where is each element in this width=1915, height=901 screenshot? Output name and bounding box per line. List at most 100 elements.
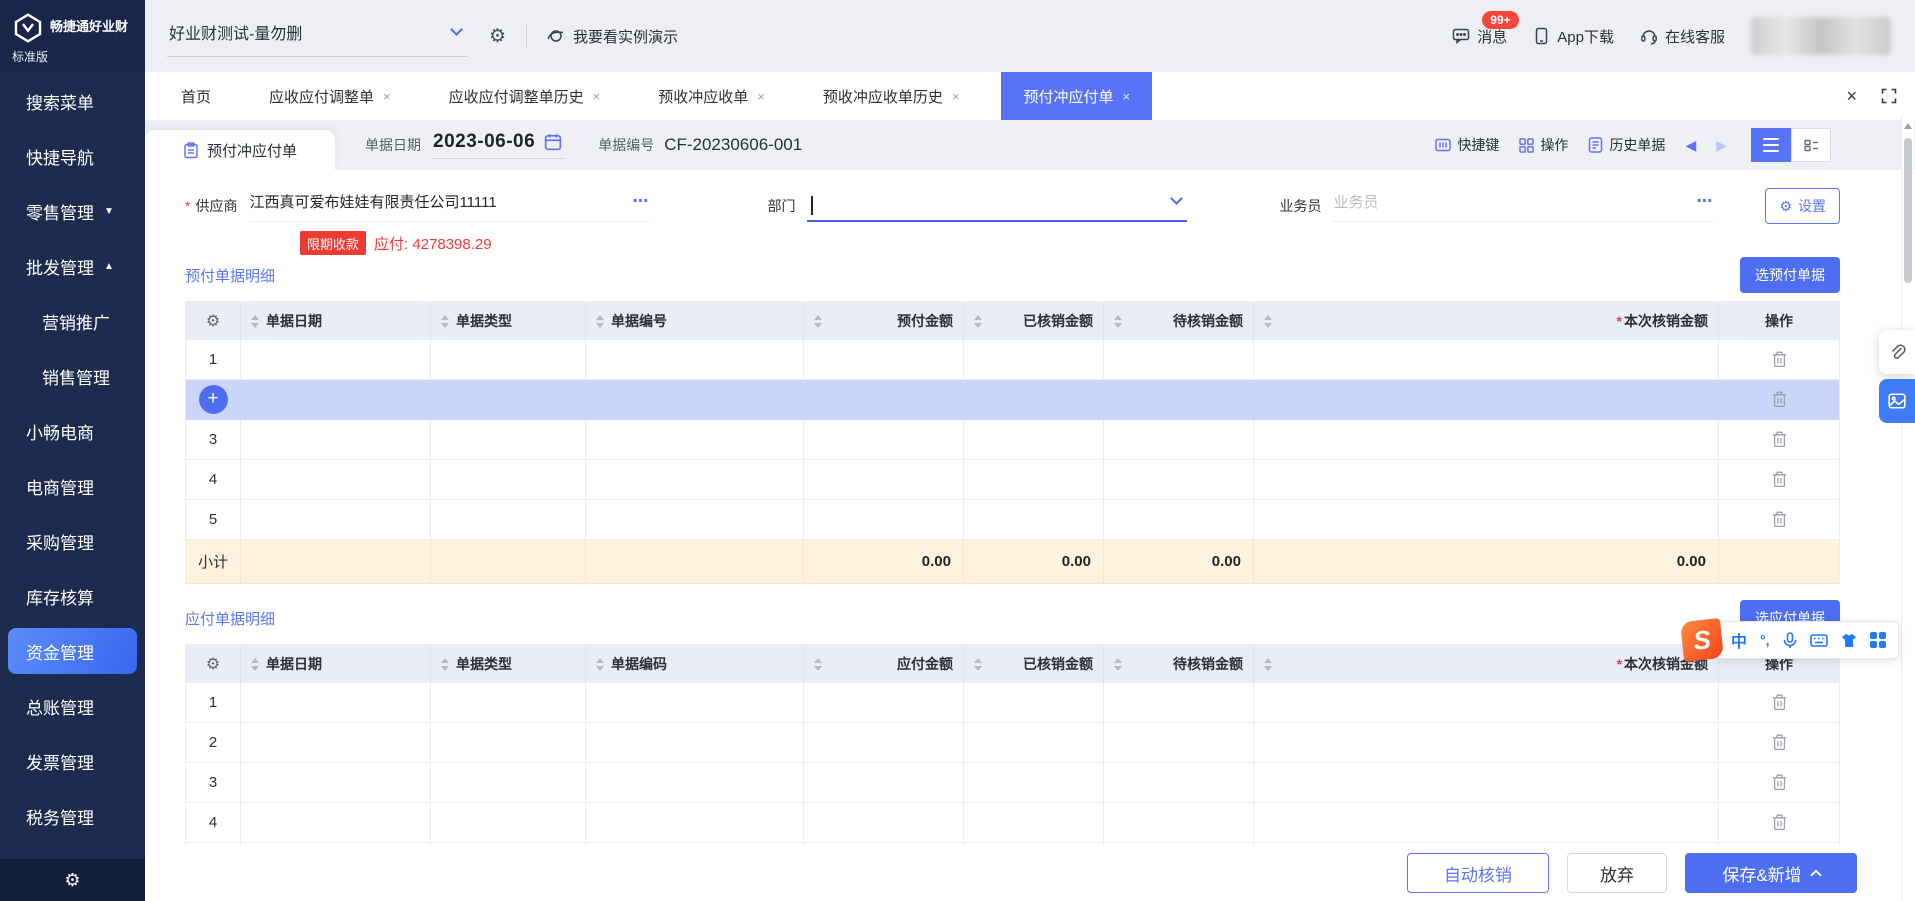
- fullscreen-icon[interactable]: [1881, 88, 1897, 104]
- tab[interactable]: 预收冲应收单历史 ×: [807, 72, 976, 120]
- sidebar-item[interactable]: 库存核算: [0, 569, 145, 624]
- tab[interactable]: 首页: [165, 72, 227, 120]
- sidebar-settings-gear-icon[interactable]: ⚙: [64, 870, 80, 891]
- table-cell[interactable]: [431, 723, 586, 763]
- scroll-up-arrow-icon[interactable]: [1904, 123, 1912, 129]
- column-header[interactable]: 单据日期: [241, 302, 431, 340]
- column-header[interactable]: 待核销金额: [1104, 645, 1254, 683]
- table-cell[interactable]: [1104, 460, 1254, 500]
- sidebar-item[interactable]: 批发管理 ▲: [0, 239, 145, 294]
- sort-icon[interactable]: [596, 314, 604, 328]
- save-and-new-button[interactable]: 保存&新增: [1685, 853, 1857, 893]
- sort-icon[interactable]: [441, 657, 449, 671]
- settings-button[interactable]: ⚙ 设置: [1765, 188, 1840, 224]
- sort-icon[interactable]: [1114, 314, 1122, 328]
- table-cell[interactable]: [241, 723, 431, 763]
- table-cell[interactable]: [804, 803, 964, 843]
- table-cell[interactable]: [586, 340, 804, 380]
- vertical-scrollbar[interactable]: [1901, 116, 1914, 901]
- table-cell[interactable]: [964, 380, 1104, 420]
- table-cell[interactable]: [964, 683, 1104, 723]
- table-cell[interactable]: [964, 460, 1104, 500]
- add-row-button[interactable]: +: [198, 385, 228, 414]
- sort-icon[interactable]: [1114, 657, 1122, 671]
- sort-icon[interactable]: [1264, 657, 1272, 671]
- scrollbar-thumb[interactable]: [1904, 138, 1912, 283]
- sort-icon[interactable]: [814, 657, 822, 671]
- sidebar-item[interactable]: 固定资产: [0, 844, 145, 859]
- sidebar-item[interactable]: 零售管理 ▼: [0, 184, 145, 239]
- column-header[interactable]: 单据类型: [431, 302, 586, 340]
- table-cell[interactable]: [1254, 380, 1719, 420]
- table-cell[interactable]: [241, 683, 431, 723]
- sort-icon[interactable]: [251, 314, 259, 328]
- table-cell[interactable]: [431, 340, 586, 380]
- sidebar-item[interactable]: 搜索菜单: [0, 74, 145, 129]
- shortcut-keys-button[interactable]: 快捷键: [1435, 135, 1499, 155]
- row-number-cell[interactable]: 1: [186, 683, 241, 723]
- table-cell[interactable]: [964, 500, 1104, 540]
- delete-row-button[interactable]: [1719, 683, 1839, 723]
- auto-writeoff-button[interactable]: 自动核销: [1407, 853, 1549, 893]
- table-cell[interactable]: [964, 763, 1104, 803]
- ime-keyboard-button[interactable]: [1809, 633, 1828, 647]
- table-cell[interactable]: [241, 420, 431, 460]
- ime-toolbox-button[interactable]: [1869, 632, 1886, 648]
- delete-row-button[interactable]: [1719, 460, 1839, 500]
- table-cell[interactable]: [241, 763, 431, 803]
- list-view-button[interactable]: [1751, 128, 1791, 162]
- delete-row-button[interactable]: [1719, 500, 1839, 540]
- ime-logo[interactable]: S: [1680, 618, 1724, 662]
- supplier-more-icon[interactable]: ⋯: [632, 191, 649, 211]
- table-cell[interactable]: [964, 420, 1104, 460]
- table-cell[interactable]: [804, 380, 964, 420]
- sort-icon[interactable]: [814, 314, 822, 328]
- table-cell[interactable]: [1254, 803, 1719, 843]
- row-number-cell[interactable]: 5: [186, 843, 241, 845]
- delete-row-button[interactable]: [1719, 340, 1839, 380]
- table-cell[interactable]: [1104, 380, 1254, 420]
- pick-prepay-docs-button[interactable]: 选预付单据: [1740, 257, 1840, 293]
- table-cell[interactable]: [1254, 340, 1719, 380]
- calendar-icon[interactable]: [544, 133, 562, 151]
- table-cell[interactable]: [431, 763, 586, 803]
- sort-icon[interactable]: [441, 314, 449, 328]
- table-cell[interactable]: [1254, 843, 1719, 845]
- table-cell[interactable]: [804, 420, 964, 460]
- table-cell[interactable]: [1104, 763, 1254, 803]
- table-cell[interactable]: [241, 843, 431, 845]
- sort-icon[interactable]: [1264, 314, 1272, 328]
- table-cell[interactable]: [804, 500, 964, 540]
- table-cell[interactable]: [1104, 843, 1254, 845]
- table-cell[interactable]: [1254, 683, 1719, 723]
- table-cell[interactable]: [804, 460, 964, 500]
- sidebar-item[interactable]: 电商管理: [0, 459, 145, 514]
- column-settings-gear-icon[interactable]: ⚙: [186, 302, 241, 340]
- supplier-field[interactable]: 江西真可爱布娃娃有限责任公司11111 ⋯: [249, 191, 650, 222]
- messages-button[interactable]: 消息 99+: [1452, 10, 1519, 47]
- card-view-button[interactable]: [1791, 128, 1831, 162]
- tab-close-icon[interactable]: ×: [952, 89, 960, 104]
- ime-voice-button[interactable]: [1783, 631, 1797, 649]
- sidebar-item[interactable]: 采购管理: [0, 514, 145, 569]
- online-service-button[interactable]: 在线客服: [1640, 26, 1725, 47]
- table-cell[interactable]: [586, 460, 804, 500]
- delete-row-button[interactable]: [1719, 380, 1839, 420]
- table-cell[interactable]: [586, 843, 804, 845]
- next-doc-arrow-icon[interactable]: ▶: [1716, 137, 1727, 154]
- table-cell[interactable]: [241, 460, 431, 500]
- column-header[interactable]: 单据日期: [241, 645, 431, 683]
- operations-button[interactable]: 操作: [1519, 135, 1568, 155]
- column-header[interactable]: 预付金额: [804, 302, 964, 340]
- table-cell[interactable]: [241, 500, 431, 540]
- table-cell[interactable]: [586, 763, 804, 803]
- table-cell[interactable]: [586, 803, 804, 843]
- table-cell[interactable]: [1104, 683, 1254, 723]
- table-cell[interactable]: [964, 340, 1104, 380]
- column-header[interactable]: 单据编码: [586, 645, 804, 683]
- table-cell[interactable]: [1104, 803, 1254, 843]
- sort-icon[interactable]: [251, 657, 259, 671]
- table-cell[interactable]: [431, 460, 586, 500]
- column-header[interactable]: 单据编号: [586, 302, 804, 340]
- tab[interactable]: 预收冲应收单 ×: [642, 72, 781, 120]
